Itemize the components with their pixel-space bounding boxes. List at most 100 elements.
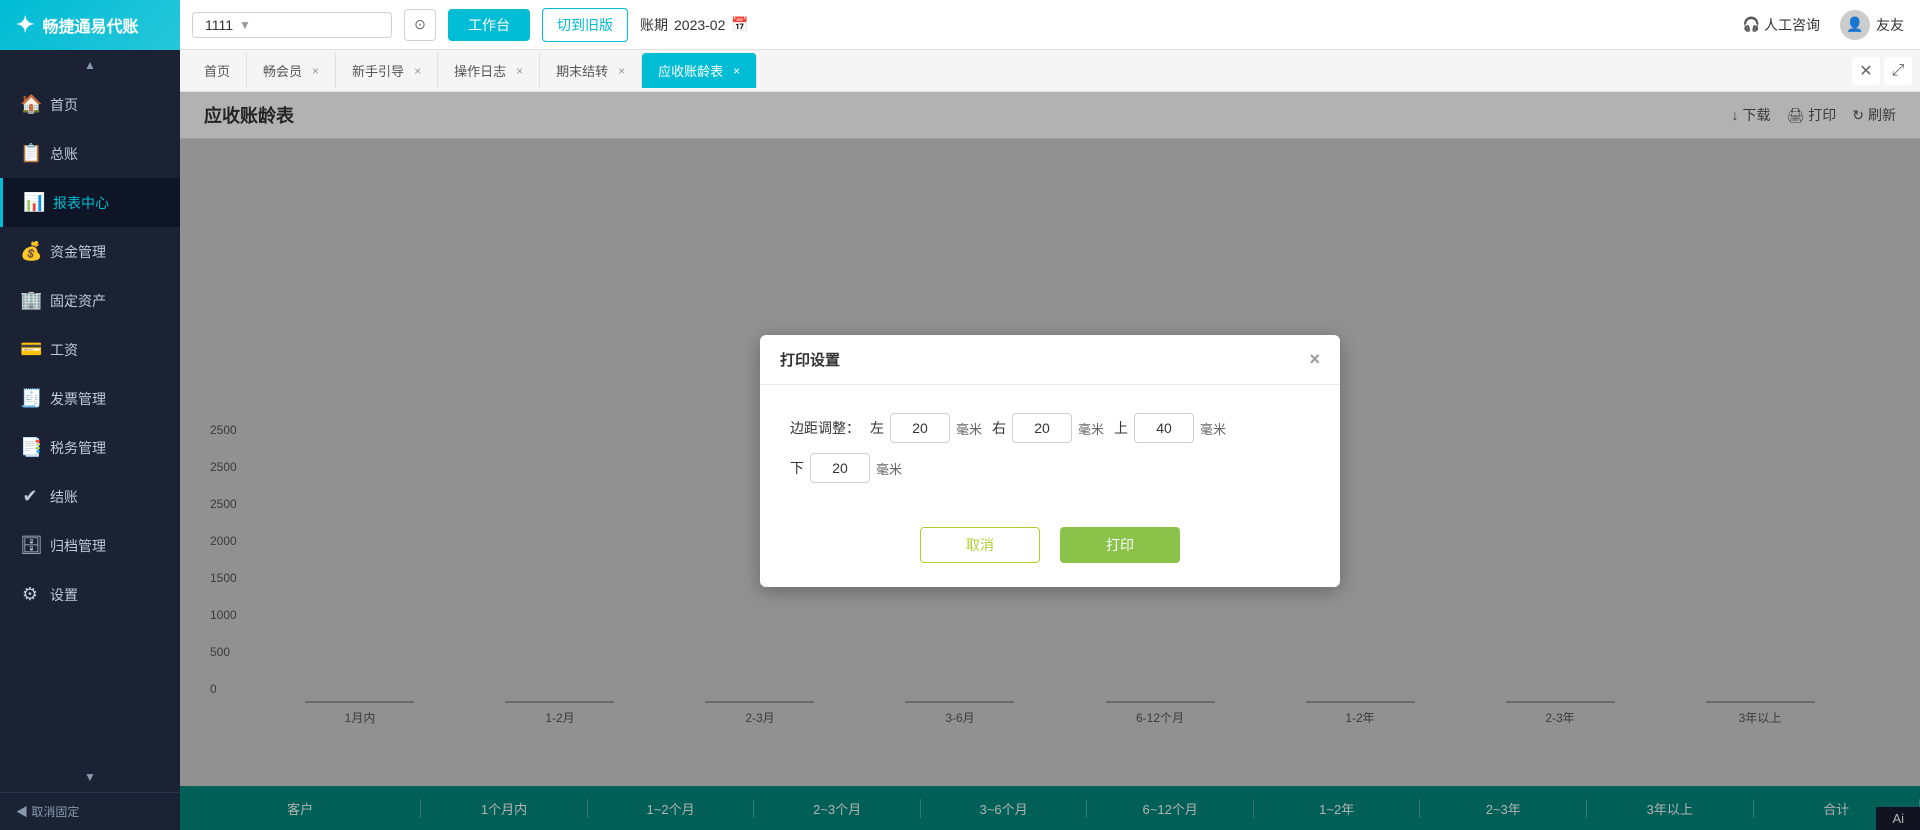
margin-right-label: 右 (992, 418, 1006, 438)
assets-icon: 🏢 (20, 290, 40, 311)
margin-bottom-label: 下 (790, 458, 804, 478)
margin-left-input[interactable] (890, 413, 950, 443)
headset-icon: 🎧 (1743, 16, 1760, 33)
modal-body: 边距调整： 左 毫米 右 毫米 (760, 385, 1340, 511)
margin-top-unit: 毫米 (1200, 419, 1226, 438)
cancel-button[interactable]: 取消 (920, 527, 1040, 563)
sidebar-item-settings[interactable]: ⚙ 设置 (0, 570, 180, 619)
modal-footer: 取消 打印 (760, 511, 1340, 587)
sidebar-label-archive: 归档管理 (50, 536, 106, 556)
sidebar-item-invoice[interactable]: 🧾 发票管理 (0, 374, 180, 423)
tab-period-end[interactable]: 期末结转 × (540, 53, 642, 88)
funds-icon: 💰 (20, 241, 40, 262)
modal-close-button[interactable]: × (1309, 349, 1320, 370)
tabs-actions: ✕ ⤢ (1852, 57, 1912, 85)
sidebar-item-assets[interactable]: 🏢 固定资产 (0, 276, 180, 325)
calendar-icon[interactable]: 📅 (731, 16, 748, 33)
margin-label: 边距调整： (790, 418, 860, 438)
consult-area[interactable]: 🎧 人工咨询 (1743, 15, 1820, 35)
sidebar-item-funds[interactable]: 💰 资金管理 (0, 227, 180, 276)
home-icon: 🏠 (20, 94, 40, 115)
print-settings-modal: 打印设置 × 边距调整： 左 毫米 右 (760, 335, 1340, 587)
close-window-button[interactable]: ✕ (1852, 57, 1880, 85)
tab-member-label: 畅会员 (263, 61, 302, 80)
workbench-button[interactable]: 工作台 (448, 9, 530, 41)
tab-guide[interactable]: 新手引导 × (336, 53, 438, 88)
modal-title: 打印设置 (780, 349, 840, 370)
tab-oplog[interactable]: 操作日志 × (438, 53, 540, 88)
margin-top-input[interactable] (1134, 413, 1194, 443)
user-name: 友友 (1876, 15, 1904, 35)
margin-row: 边距调整： 左 毫米 右 毫米 (790, 413, 1310, 483)
page-content: 应收账龄表 ↓ 下载 🖨 打印 ↻ 刷新 (180, 92, 1920, 830)
dropdown-arrow-icon: ▼ (239, 18, 251, 32)
tab-close-period-end[interactable]: × (618, 64, 625, 78)
period-area: 账期 2023-02 📅 (640, 15, 749, 35)
margin-bottom-input[interactable] (810, 453, 870, 483)
logo-text: 畅捷通易代账 (42, 13, 138, 37)
sidebar-label-assets: 固定资产 (50, 291, 106, 311)
tab-period-end-label: 期末结转 (556, 61, 608, 80)
sidebar-item-settle[interactable]: ✔ 结账 (0, 472, 180, 521)
sidebar-scroll-up[interactable]: ▲ (0, 50, 180, 80)
margin-bottom-group: 下 毫米 (790, 453, 902, 483)
sidebar-item-reports[interactable]: 📊 报表中心 (0, 178, 180, 227)
margin-top-group: 上 毫米 (1114, 413, 1226, 443)
logo-icon: ✦ (16, 12, 34, 38)
tab-home[interactable]: 首页 (188, 53, 247, 88)
content-area: 首页 畅会员 × 新手引导 × 操作日志 × 期末结转 × 应收账龄表 × (180, 50, 1920, 830)
sidebar-label-invoice: 发票管理 (50, 389, 106, 409)
ledger-icon: 📋 (20, 143, 40, 164)
tab-close-guide[interactable]: × (414, 64, 421, 78)
sidebar-item-ledger[interactable]: 📋 总账 (0, 129, 180, 178)
tab-aging-label: 应收账龄表 (658, 61, 723, 80)
consult-label: 人工咨询 (1764, 15, 1820, 35)
header-right: 🎧 人工咨询 👤 友友 (1743, 10, 1904, 40)
sidebar-label-settings: 设置 (50, 585, 78, 605)
company-selector[interactable]: 1111 ▼ (192, 12, 392, 38)
modal-overlay: 打印设置 × 边距调整： 左 毫米 右 (180, 92, 1920, 830)
margin-left-unit: 毫米 (956, 419, 982, 438)
margin-left-group: 左 毫米 (870, 413, 982, 443)
confirm-print-button[interactable]: 打印 (1060, 527, 1180, 563)
sidebar-label-settle: 结账 (50, 487, 78, 507)
copy-button[interactable]: ⊙ (404, 9, 436, 41)
tab-member[interactable]: 畅会员 × (247, 53, 336, 88)
switch-version-button[interactable]: 切到旧版 (542, 8, 628, 42)
salary-icon: 💳 (20, 339, 40, 360)
period-label: 账期 (640, 15, 668, 35)
sidebar-item-home[interactable]: 🏠 首页 (0, 80, 180, 129)
tax-icon: 📑 (20, 437, 40, 458)
settle-icon: ✔ (20, 486, 40, 507)
sidebar-item-tax[interactable]: 📑 税务管理 (0, 423, 180, 472)
user-area[interactable]: 👤 友友 (1840, 10, 1904, 40)
margin-right-input[interactable] (1012, 413, 1072, 443)
top-header: ✦ 畅捷通易代账 1111 ▼ ⊙ 工作台 切到旧版 账期 2023-02 📅 … (0, 0, 1920, 50)
unpin-button[interactable]: ◀ 取消固定 (0, 792, 180, 830)
margin-bottom-unit: 毫米 (876, 459, 902, 478)
tab-guide-label: 新手引导 (352, 61, 404, 80)
reports-icon: 📊 (23, 192, 43, 213)
tab-aging[interactable]: 应收账龄表 × (642, 53, 757, 88)
sidebar-label-funds: 资金管理 (50, 242, 106, 262)
margin-left-label: 左 (870, 418, 884, 438)
archive-icon: 🗄 (20, 535, 40, 556)
sidebar-label-reports: 报表中心 (53, 193, 109, 213)
main-layout: ▲ 🏠 首页 📋 总账 📊 报表中心 💰 资金管理 🏢 固定资产 💳 工资 🧾 … (0, 50, 1920, 830)
maximize-window-button[interactable]: ⤢ (1884, 57, 1912, 85)
modal-header: 打印设置 × (760, 335, 1340, 385)
sidebar-item-salary[interactable]: 💳 工资 (0, 325, 180, 374)
company-name: 1111 (205, 17, 233, 33)
settings-icon: ⚙ (20, 584, 40, 605)
margin-right-group: 右 毫米 (992, 413, 1104, 443)
invoice-icon: 🧾 (20, 388, 40, 409)
tab-home-label: 首页 (204, 61, 230, 80)
sidebar-label-home: 首页 (50, 95, 78, 115)
sidebar-item-archive[interactable]: 🗄 归档管理 (0, 521, 180, 570)
sidebar-label-tax: 税务管理 (50, 438, 106, 458)
sidebar: ▲ 🏠 首页 📋 总账 📊 报表中心 💰 资金管理 🏢 固定资产 💳 工资 🧾 … (0, 50, 180, 830)
tab-close-aging[interactable]: × (733, 64, 740, 78)
tab-close-member[interactable]: × (312, 64, 319, 78)
sidebar-scroll-down[interactable]: ▼ (0, 762, 180, 792)
tab-close-oplog[interactable]: × (516, 64, 523, 78)
